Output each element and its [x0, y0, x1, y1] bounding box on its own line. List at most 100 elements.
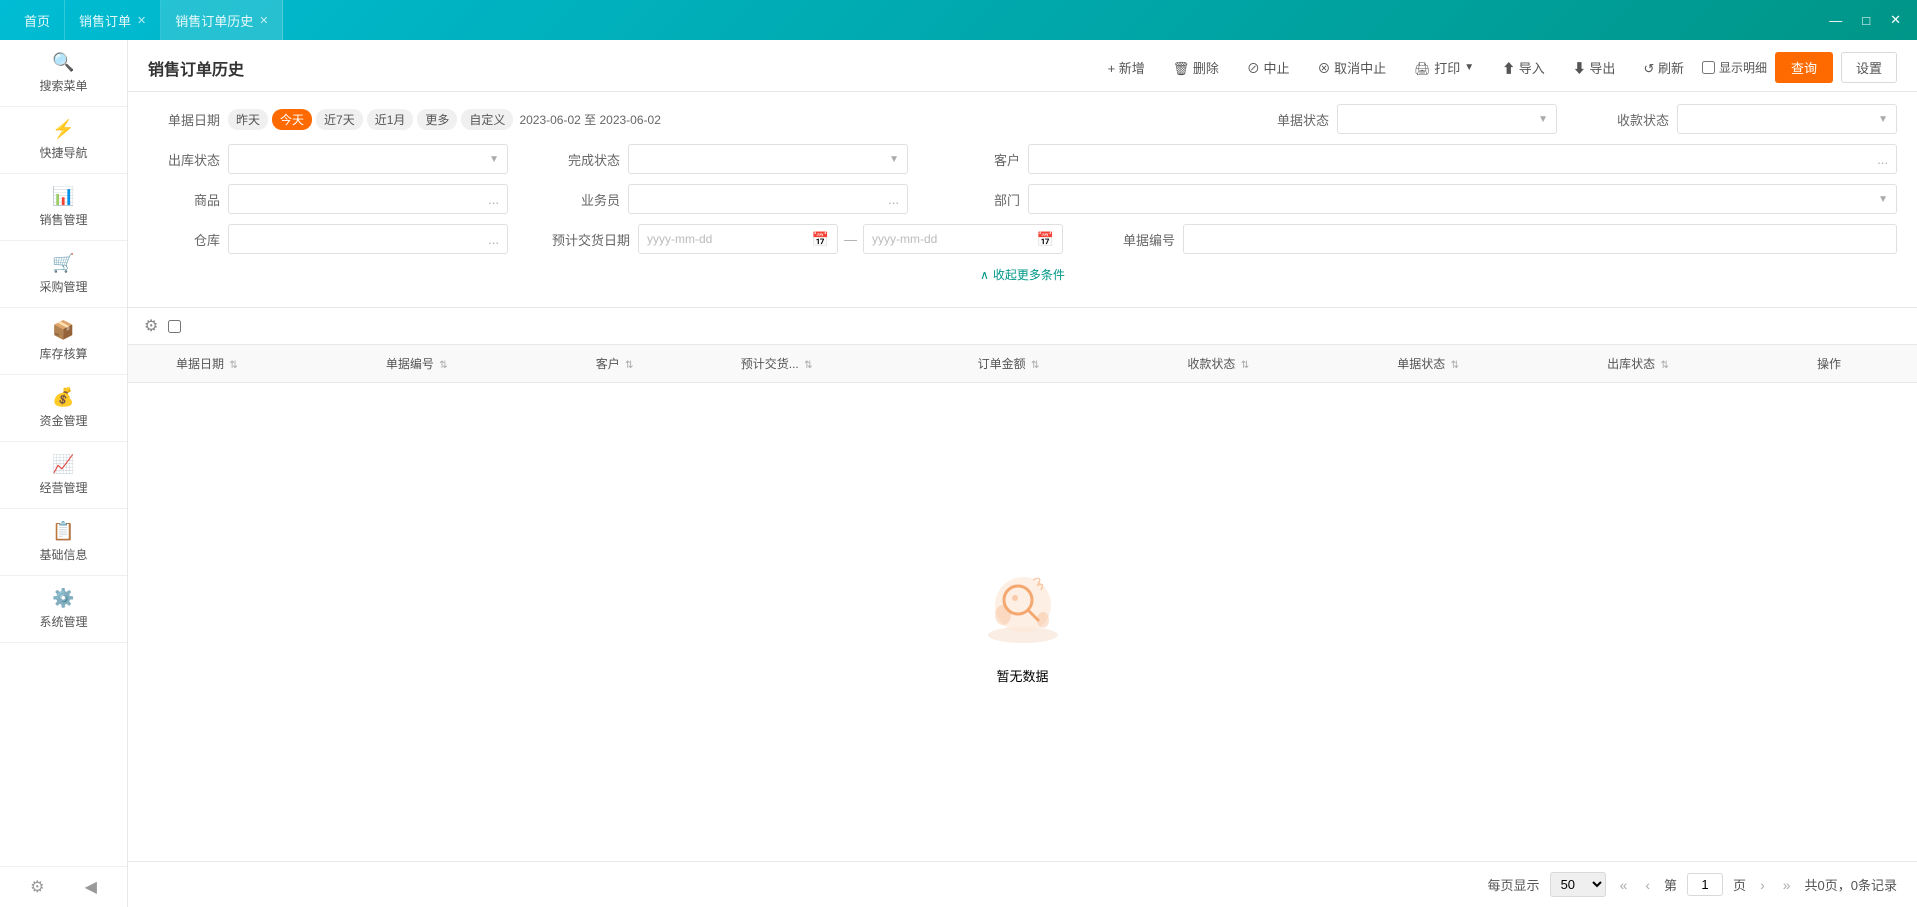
salesperson-field[interactable]: ... — [628, 184, 908, 214]
date-chip-7days[interactable]: 近7天 — [316, 109, 363, 130]
th-doc-status-sort-icon[interactable]: ⇅ — [1451, 360, 1459, 371]
out-stock-field[interactable]: ▼ — [228, 144, 508, 174]
sidebar-item-purchase[interactable]: 🛒 采购管理 — [0, 241, 127, 308]
tab-home[interactable]: 首页 — [10, 0, 65, 40]
th-customer-sort-icon[interactable]: ⇅ — [625, 360, 633, 371]
tab-sales-order-label: 销售订单 — [79, 11, 131, 30]
last-page-button[interactable]: » — [1779, 875, 1795, 895]
sidebar-item-inventory[interactable]: 📦 库存核算 — [0, 308, 127, 375]
th-doc-status[interactable]: 单据状态 ⇅ — [1389, 345, 1599, 383]
th-out-stock-status[interactable]: 出库状态 ⇅ — [1599, 345, 1809, 383]
settings-button[interactable]: 设置 — [1841, 52, 1897, 83]
doc-status-label: 单据状态 — [1257, 110, 1337, 129]
th-date-sort-icon[interactable]: ⇅ — [229, 360, 237, 371]
import-button[interactable]: ⬆ 导入 — [1492, 53, 1555, 82]
main-layout: 🔍 搜索菜单 ⚡ 快捷导航 📊 销售管理 🛒 采购管理 📦 库存核算 💰 资金管… — [0, 40, 1917, 907]
warehouse-field[interactable]: ... — [228, 224, 508, 254]
th-payment-status-sort-icon[interactable]: ⇅ — [1241, 360, 1249, 371]
sidebar-item-finance[interactable]: 💰 资金管理 — [0, 375, 127, 442]
customer-dots-icon[interactable]: ... — [1877, 152, 1888, 167]
tab-home-label: 首页 — [24, 11, 50, 30]
product-dots-icon[interactable]: ... — [488, 192, 499, 207]
th-expected-delivery[interactable]: 预计交货... ⇅ — [733, 345, 970, 383]
print-button[interactable]: 🖨 打印 ▼ — [1404, 53, 1484, 82]
empty-icon — [973, 560, 1073, 650]
tab-sales-order[interactable]: 销售订单 ✕ — [65, 0, 161, 40]
tab-sales-order-close[interactable]: ✕ — [137, 14, 146, 27]
page-number-input[interactable] — [1687, 873, 1723, 896]
salesperson-dots-icon[interactable]: ... — [888, 192, 899, 207]
minimize-button[interactable]: — — [1823, 11, 1848, 30]
sidebar-collapse-icon[interactable]: ◀ — [85, 877, 97, 897]
quicknav-icon: ⚡ — [52, 119, 74, 140]
th-out-stock-status-sort-icon[interactable]: ⇅ — [1660, 360, 1668, 371]
th-payment-status[interactable]: 收款状态 ⇅ — [1179, 345, 1389, 383]
new-button[interactable]: + 新增 — [1098, 53, 1155, 82]
stop-button[interactable]: ⊘ 中止 — [1237, 53, 1300, 82]
page-size-select[interactable]: 10 20 50 100 — [1550, 872, 1606, 897]
next-page-button[interactable]: › — [1756, 875, 1769, 895]
customer-label: 客户 — [948, 150, 1028, 169]
calendar-to-icon[interactable]: 📅 — [1037, 231, 1054, 248]
customer-field[interactable]: ... — [1028, 144, 1897, 174]
complete-status-field[interactable]: ▼ — [628, 144, 908, 174]
sidebar-item-quicknav[interactable]: ⚡ 快捷导航 — [0, 107, 127, 174]
first-page-button[interactable]: « — [1616, 875, 1632, 895]
print-dropdown-icon: ▼ — [1464, 62, 1474, 73]
th-date[interactable]: 单据日期 ⇅ — [168, 345, 378, 383]
sidebar-item-sales[interactable]: 📊 销售管理 — [0, 174, 127, 241]
department-field[interactable]: ▼ — [1028, 184, 1897, 214]
show-detail-checkbox[interactable] — [1702, 61, 1715, 74]
th-order-amount-sort-icon[interactable]: ⇅ — [1031, 360, 1039, 371]
product-field[interactable]: ... — [228, 184, 508, 214]
sales-icon: 📊 — [52, 186, 74, 207]
close-button[interactable]: ✕ — [1884, 10, 1907, 30]
sidebar-item-basic-info[interactable]: 📋 基础信息 — [0, 509, 127, 576]
maximize-button[interactable]: □ — [1856, 11, 1876, 30]
refresh-button[interactable]: ↺ 刷新 — [1633, 53, 1694, 82]
calendar-from-icon[interactable]: 📅 — [812, 231, 829, 248]
th-order-amount[interactable]: 订单金额 ⇅ — [970, 345, 1180, 383]
tab-sales-history-close[interactable]: ✕ — [259, 14, 268, 27]
th-number-sort-icon[interactable]: ⇅ — [439, 360, 447, 371]
sidebar-item-inventory-label: 库存核算 — [39, 345, 87, 362]
filter-row-2: 出库状态 ▼ 完成状态 ▼ 客户 ... — [148, 144, 1897, 174]
sidebar-item-search[interactable]: 🔍 搜索菜单 — [0, 40, 127, 107]
th-order-amount-label: 订单金额 — [978, 357, 1026, 371]
th-customer[interactable]: 客户 ⇅ — [588, 345, 733, 383]
date-chip-1month[interactable]: 近1月 — [367, 109, 414, 130]
tab-sales-history[interactable]: 销售订单历史 ✕ — [161, 0, 283, 40]
export-button[interactable]: ⬇ 导出 — [1563, 53, 1626, 82]
sidebar-item-system-label: 系统管理 — [39, 613, 87, 630]
date-chip-more[interactable]: 更多 — [417, 109, 457, 130]
date-to-field[interactable]: yyyy-mm-dd 📅 — [863, 224, 1063, 254]
payment-status-field[interactable]: ▼ — [1677, 104, 1897, 134]
th-number[interactable]: 单据编号 ⇅ — [378, 345, 588, 383]
th-checkbox — [128, 345, 168, 383]
date-chip-today[interactable]: 今天 — [272, 109, 312, 130]
prev-page-button[interactable]: ‹ — [1641, 875, 1654, 895]
table-settings-icon[interactable]: ⚙ — [144, 316, 158, 336]
data-table: 单据日期 ⇅ 单据编号 ⇅ 客户 ⇅ 预计交货... — [128, 345, 1917, 383]
delete-button[interactable]: 🗑 删除 — [1163, 53, 1229, 82]
content-area: 销售订单历史 + 新增 🗑 删除 ⊘ 中止 ⊗ 取消中止 🖨 打印 ▼ ⬆ 导入… — [128, 40, 1917, 907]
sidebar-item-operations[interactable]: 📈 经营管理 — [0, 442, 127, 509]
warehouse-dots-icon[interactable]: ... — [488, 232, 499, 247]
date-chip-custom[interactable]: 自定义 — [461, 109, 513, 130]
sidebar-item-system[interactable]: ⚙️ 系统管理 — [0, 576, 127, 643]
date-from-field[interactable]: yyyy-mm-dd 📅 — [638, 224, 838, 254]
table-area: ⚙ 单据日期 ⇅ 单据编号 ⇅ — [128, 308, 1917, 861]
query-button[interactable]: 查询 — [1775, 52, 1833, 83]
select-all-checkbox[interactable] — [168, 320, 181, 333]
collapse-up-icon: ∧ — [980, 268, 989, 282]
page-label: 第 — [1664, 875, 1677, 894]
sidebar-settings-icon[interactable]: ⚙ — [30, 877, 44, 897]
cancel-stop-button[interactable]: ⊗ 取消中止 — [1308, 53, 1397, 82]
sidebar-item-quicknav-label: 快捷导航 — [39, 144, 87, 161]
th-expected-delivery-sort-icon[interactable]: ⇅ — [804, 360, 812, 371]
date-chip-yesterday[interactable]: 昨天 — [228, 109, 268, 130]
doc-number-label: 单据编号 — [1103, 230, 1183, 249]
doc-number-field[interactable] — [1183, 224, 1897, 254]
doc-status-field[interactable]: ▼ — [1337, 104, 1557, 134]
collapse-button[interactable]: ∧ 收起更多条件 — [980, 264, 1065, 285]
